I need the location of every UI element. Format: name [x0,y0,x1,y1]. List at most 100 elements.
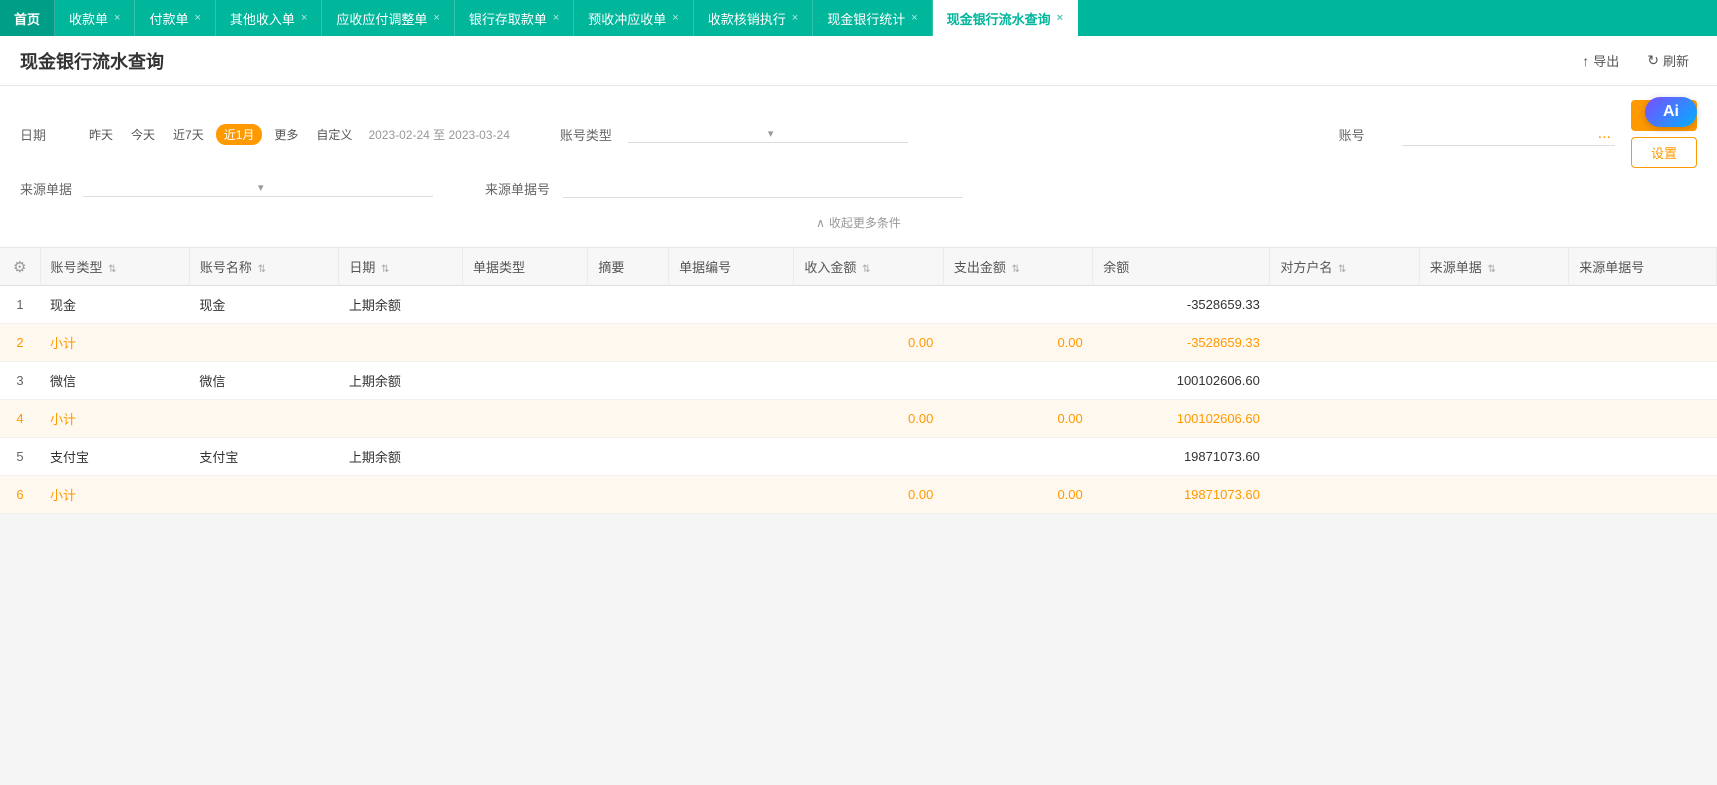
cell-source-doc [1419,286,1568,324]
col-income[interactable]: 收入金额 ⇅ [794,248,943,286]
ai-badge[interactable]: Ai [1645,97,1697,127]
col-account-type[interactable]: 账号类型 ⇅ [40,248,189,286]
account-section: 账号 ... [1339,122,1615,146]
date-btn-1month[interactable]: 近1月 [216,124,263,145]
col-source-doc-label: 来源单据 [1430,260,1482,275]
cell-income [794,438,943,476]
table-row: 4小计0.000.00100102606.60 [0,400,1717,438]
account-type-select[interactable]: ▾ [628,125,908,143]
col-expense-label: 支出金额 [954,260,1006,275]
cell-source-doc [1419,362,1568,400]
col-summary[interactable]: 摘要 [588,248,669,286]
nav-receipts[interactable]: 收款单 × [55,0,135,36]
date-options: 昨天 今天 近7天 近1月 更多 自定义 2023-02-24 至 2023-0… [83,124,510,145]
col-gear[interactable]: ⚙ [0,248,40,286]
cell-source-doc-no [1569,438,1717,476]
nav-writeoff[interactable]: 收款核销执行 × [694,0,813,36]
date-btn-yesterday[interactable]: 昨天 [83,124,119,145]
col-summary-label: 摘要 [598,260,624,275]
col-expense[interactable]: 支出金额 ⇅ [943,248,1092,286]
nav-payments-label: 付款单 [149,9,188,28]
account-dots-button[interactable]: ... [1598,125,1611,143]
nav-bank-deposit-close[interactable]: × [553,12,559,24]
nav-adjustment-label: 应收应付调整单 [336,9,427,28]
sort-icon-account-name: ⇅ [258,264,266,275]
cell-index: 2 [0,324,40,362]
cell-income: 0.00 [794,476,943,514]
cell-date: 上期余额 [339,438,463,476]
cell-balance: -3528659.33 [1093,286,1270,324]
account-input[interactable] [1406,124,1590,143]
sort-icon-counterpart: ⇅ [1338,264,1346,275]
col-doc-no[interactable]: 单据编号 [669,248,794,286]
table-row: 6小计0.000.0019871073.60 [0,476,1717,514]
cell-counterpart [1270,476,1419,514]
col-account-name[interactable]: 账号名称 ⇅ [189,248,338,286]
gear-icon[interactable]: ⚙ [13,259,26,276]
nav-home[interactable]: 首页 [0,0,55,36]
source-doc-no-input[interactable] [563,178,963,198]
nav-bank-deposit[interactable]: 银行存取款单 × [455,0,574,36]
cell-source-doc-no [1569,476,1717,514]
cell-summary [588,476,669,514]
sort-icon-income: ⇅ [862,264,870,275]
nav-cashflow-close[interactable]: × [1057,12,1063,24]
cell-source-doc-no [1569,400,1717,438]
top-navigation: 首页 收款单 × 付款单 × 其他收入单 × 应收应付调整单 × 银行存取款单 … [0,0,1717,36]
table-row: 3微信微信上期余额100102606.60 [0,362,1717,400]
nav-other-income-close[interactable]: × [301,12,307,24]
date-btn-custom[interactable]: 自定义 [310,124,358,145]
col-balance[interactable]: 余额 [1093,248,1270,286]
header-actions: ↑ 导出 ↻ 刷新 [1574,47,1697,74]
col-date[interactable]: 日期 ⇅ [339,248,463,286]
col-source-doc-no[interactable]: 来源单据号 [1569,248,1717,286]
cell-source-doc [1419,324,1568,362]
cell-balance: 100102606.60 [1093,362,1270,400]
nav-payments-close[interactable]: × [194,12,200,24]
date-btn-7days[interactable]: 近7天 [167,124,210,145]
table-row: 2小计0.000.00-3528659.33 [0,324,1717,362]
col-doc-no-label: 单据编号 [679,260,731,275]
col-balance-label: 余额 [1103,260,1129,275]
cell-account-type: 微信 [40,362,189,400]
filter-row-1: 日期 昨天 今天 近7天 近1月 更多 自定义 2023-02-24 至 202… [20,100,1697,168]
col-source-doc[interactable]: 来源单据 ⇅ [1419,248,1568,286]
cell-summary [588,286,669,324]
export-icon: ↑ [1582,53,1589,69]
refresh-button[interactable]: ↻ 刷新 [1639,47,1697,74]
data-table-wrapper: ⚙ 账号类型 ⇅ 账号名称 ⇅ 日期 ⇅ 单据类型 摘要 [0,248,1717,514]
nav-adjustment-close[interactable]: × [433,12,439,24]
export-button[interactable]: ↑ 导出 [1574,47,1627,74]
nav-receipts-close[interactable]: × [114,12,120,24]
nav-advance[interactable]: 预收冲应收单 × [574,0,693,36]
date-btn-more[interactable]: 更多 [268,124,304,145]
col-income-label: 收入金额 [804,260,856,275]
nav-other-income[interactable]: 其他收入单 × [216,0,322,36]
col-doc-type[interactable]: 单据类型 [462,248,587,286]
settings-button[interactable]: 设置 [1631,137,1697,168]
cell-account-type: 小计 [40,400,189,438]
source-doc-select[interactable]: ▾ [83,179,433,197]
nav-adjustment[interactable]: 应收应付调整单 × [322,0,454,36]
col-counterpart[interactable]: 对方户名 ⇅ [1270,248,1419,286]
collapse-bar[interactable]: ∧ 收起更多条件 [20,208,1697,237]
source-doc-no-section: 来源单据号 [485,178,963,198]
nav-stats[interactable]: 现金银行统计 × [813,0,932,36]
data-table: ⚙ 账号类型 ⇅ 账号名称 ⇅ 日期 ⇅ 单据类型 摘要 [0,248,1717,514]
cell-index: 1 [0,286,40,324]
cell-index: 5 [0,438,40,476]
nav-writeoff-close[interactable]: × [792,12,798,24]
cell-expense: 0.00 [943,400,1092,438]
nav-cashflow[interactable]: 现金银行流水查询 × [933,0,1078,36]
account-type-section: 账号类型 ▾ [560,125,1299,144]
nav-stats-close[interactable]: × [911,12,917,24]
cell-doc-no [669,324,794,362]
nav-advance-close[interactable]: × [672,12,678,24]
cell-counterpart [1270,324,1419,362]
date-label: 日期 [20,125,75,144]
cell-account-name [189,324,338,362]
nav-payments[interactable]: 付款单 × [135,0,215,36]
col-date-label: 日期 [349,260,375,275]
date-btn-today[interactable]: 今天 [125,124,161,145]
account-type-label: 账号类型 [560,125,620,144]
